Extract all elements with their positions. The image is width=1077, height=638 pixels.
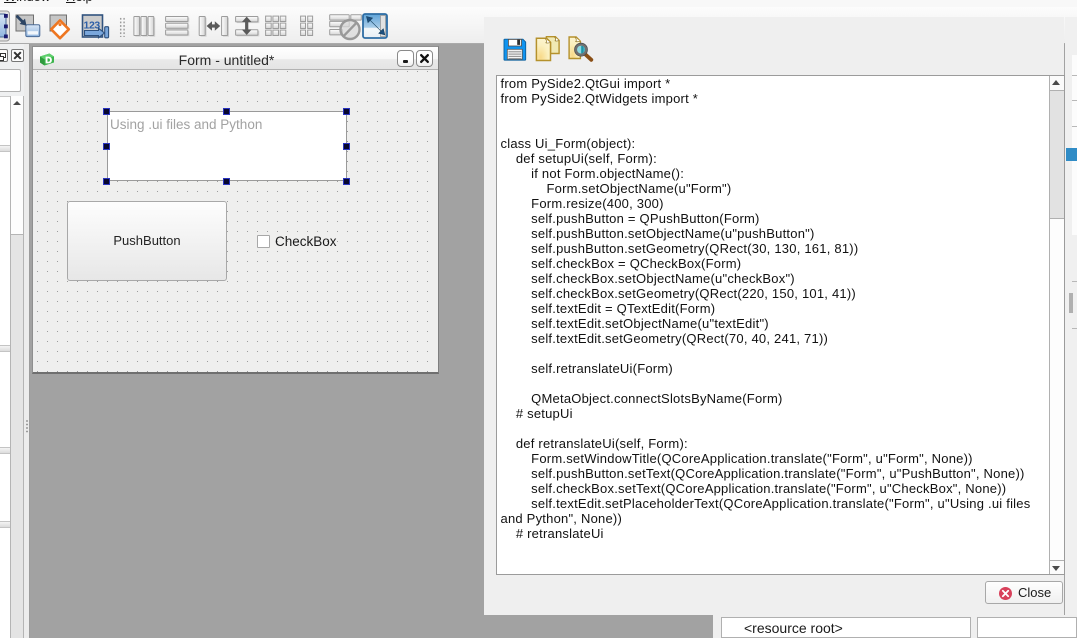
svg-text:123: 123: [84, 20, 101, 32]
